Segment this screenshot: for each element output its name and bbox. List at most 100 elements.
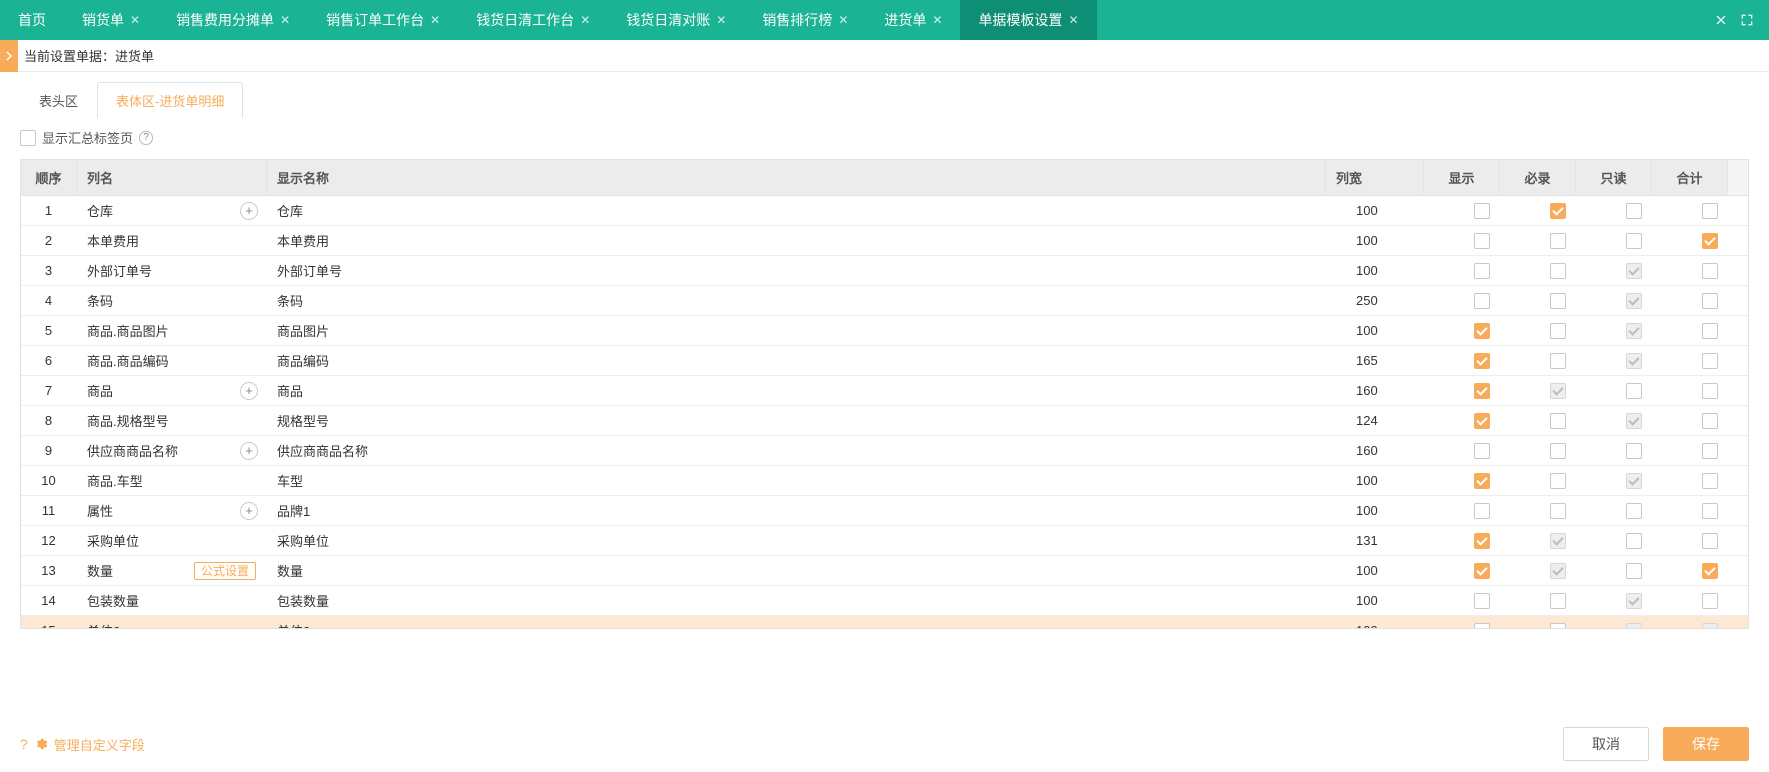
cell-display-name[interactable]: 单位2	[267, 616, 1346, 628]
checkbox[interactable]	[1702, 413, 1718, 429]
table-body[interactable]: 1仓库+仓库1002本单费用本单费用1003外部订单号外部订单号1004条码条码…	[21, 196, 1748, 628]
checkbox[interactable]	[1550, 503, 1566, 519]
checkbox[interactable]	[1550, 623, 1566, 629]
cell-width[interactable]: 165	[1346, 346, 1444, 375]
fullscreen-icon[interactable]	[1739, 12, 1755, 28]
cell-display-name[interactable]: 供应商商品名称	[267, 436, 1346, 465]
top-tab[interactable]: 销货单✕	[64, 0, 158, 40]
checkbox[interactable]	[1474, 263, 1490, 279]
checkbox[interactable]	[1626, 563, 1642, 579]
checkbox[interactable]	[1550, 473, 1566, 489]
cell-width[interactable]: 100	[1346, 496, 1444, 525]
checkbox[interactable]	[1474, 443, 1490, 459]
checkbox[interactable]	[1474, 623, 1490, 629]
checkbox[interactable]	[1474, 203, 1490, 219]
cell-display-name[interactable]: 商品编码	[267, 346, 1346, 375]
cell-display-name[interactable]: 外部订单号	[267, 256, 1346, 285]
checkbox[interactable]	[1626, 233, 1642, 249]
checkbox[interactable]	[1474, 593, 1490, 609]
checkbox[interactable]	[1702, 323, 1718, 339]
checkbox[interactable]	[1626, 503, 1642, 519]
table-row[interactable]: 11属性+品牌1100	[21, 496, 1748, 526]
top-tab[interactable]: 单据模板设置✕	[960, 0, 1096, 40]
cell-width[interactable]: 131	[1346, 526, 1444, 555]
close-icon[interactable]: ✕	[580, 13, 590, 27]
checkbox[interactable]	[1702, 383, 1718, 399]
checkbox[interactable]	[1474, 353, 1490, 369]
cell-width[interactable]: 100	[1346, 256, 1444, 285]
top-tab[interactable]: 销售订单工作台✕	[308, 0, 458, 40]
top-tab[interactable]: 首页	[0, 0, 64, 40]
checkbox[interactable]	[1702, 263, 1718, 279]
cell-display-name[interactable]: 数量	[267, 556, 1346, 585]
table-row[interactable]: 4条码条码250	[21, 286, 1748, 316]
cell-width[interactable]: 100	[1346, 556, 1444, 585]
cell-display-name[interactable]: 仓库	[267, 196, 1346, 225]
checkbox[interactable]	[1474, 293, 1490, 309]
cell-display-name[interactable]: 规格型号	[267, 406, 1346, 435]
table-row[interactable]: 5商品.商品图片商品图片100	[21, 316, 1748, 346]
table-row[interactable]: 14包装数量包装数量100	[21, 586, 1748, 616]
manage-custom-fields-link[interactable]: 管理自定义字段	[54, 735, 145, 754]
checkbox[interactable]	[1550, 293, 1566, 309]
checkbox[interactable]	[1474, 323, 1490, 339]
checkbox[interactable]	[1550, 203, 1566, 219]
save-button[interactable]: 保存	[1663, 727, 1749, 761]
checkbox[interactable]	[1702, 533, 1718, 549]
checkbox[interactable]	[1474, 533, 1490, 549]
table-row[interactable]: 12采购单位采购单位131	[21, 526, 1748, 556]
table-row[interactable]: 15单位2单位2100	[21, 616, 1748, 628]
table-row[interactable]: 7商品+商品160	[21, 376, 1748, 406]
checkbox[interactable]	[1702, 473, 1718, 489]
section-tab[interactable]: 表体区-进货单明细	[97, 82, 243, 118]
checkbox[interactable]	[1702, 293, 1718, 309]
checkbox[interactable]	[1474, 473, 1490, 489]
top-tab[interactable]: 销售费用分摊单✕	[158, 0, 308, 40]
cell-width[interactable]: 100	[1346, 466, 1444, 495]
checkbox[interactable]	[1626, 443, 1642, 459]
top-tab[interactable]: 钱货日清工作台✕	[458, 0, 608, 40]
table-row[interactable]: 13数量公式设置数量100	[21, 556, 1748, 586]
checkbox[interactable]	[1474, 503, 1490, 519]
help-icon[interactable]: ?	[139, 131, 153, 145]
checkbox[interactable]	[1550, 413, 1566, 429]
close-icon[interactable]: ✕	[280, 13, 290, 27]
top-tab[interactable]: 进货单✕	[866, 0, 960, 40]
add-icon[interactable]: +	[240, 202, 258, 220]
close-icon[interactable]: ✕	[838, 13, 848, 27]
add-icon[interactable]: +	[240, 502, 258, 520]
cell-width[interactable]: 250	[1346, 286, 1444, 315]
checkbox[interactable]	[1702, 353, 1718, 369]
checkbox[interactable]	[1550, 323, 1566, 339]
checkbox[interactable]	[1474, 233, 1490, 249]
cell-width[interactable]: 124	[1346, 406, 1444, 435]
close-icon[interactable]: ✕	[430, 13, 440, 27]
checkbox[interactable]	[1702, 233, 1718, 249]
close-icon[interactable]: ✕	[716, 13, 726, 27]
checkbox[interactable]	[1474, 413, 1490, 429]
cell-width[interactable]: 160	[1346, 376, 1444, 405]
close-icon[interactable]: ✕	[130, 13, 140, 27]
cell-width[interactable]: 100	[1346, 586, 1444, 615]
cell-width[interactable]: 160	[1346, 436, 1444, 465]
checkbox[interactable]	[1474, 563, 1490, 579]
cell-width[interactable]: 100	[1346, 616, 1444, 628]
checkbox[interactable]	[1550, 443, 1566, 459]
table-row[interactable]: 1仓库+仓库100	[21, 196, 1748, 226]
table-row[interactable]: 8商品.规格型号规格型号124	[21, 406, 1748, 436]
checkbox[interactable]	[1626, 533, 1642, 549]
checkbox[interactable]	[1702, 503, 1718, 519]
cancel-button[interactable]: 取消	[1563, 727, 1649, 761]
table-row[interactable]: 9供应商商品名称+供应商商品名称160	[21, 436, 1748, 466]
checkbox[interactable]	[1474, 383, 1490, 399]
cell-width[interactable]: 100	[1346, 196, 1444, 225]
table-row[interactable]: 3外部订单号外部订单号100	[21, 256, 1748, 286]
checkbox[interactable]	[1550, 593, 1566, 609]
table-row[interactable]: 10商品.车型车型100	[21, 466, 1748, 496]
cell-display-name[interactable]: 本单费用	[267, 226, 1346, 255]
cell-display-name[interactable]: 车型	[267, 466, 1346, 495]
checkbox[interactable]	[1626, 383, 1642, 399]
checkbox[interactable]	[1550, 233, 1566, 249]
add-icon[interactable]: +	[240, 442, 258, 460]
checkbox[interactable]	[1702, 203, 1718, 219]
